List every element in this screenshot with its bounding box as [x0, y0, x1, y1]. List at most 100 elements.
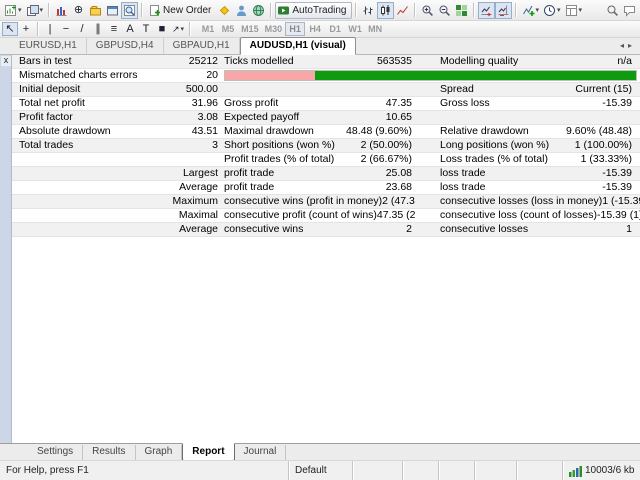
auto-scroll-button[interactable] — [478, 2, 495, 19]
chart-tab-gbpaud[interactable]: GBPAUD,H1 — [164, 38, 240, 54]
shapes-tool-button[interactable]: ■ — [154, 22, 170, 36]
trendline-tool-button[interactable]: / — [74, 22, 90, 36]
vertical-line-icon: | — [49, 24, 52, 35]
dropdown-caret-icon: ▾ — [181, 26, 185, 33]
report-label: consecutive losses (loss in money) — [440, 195, 602, 208]
chart-tab-eurusd[interactable]: EURUSD,H1 — [10, 38, 87, 54]
line-studies-toolbar: ↖ + | − / ∥ ≡ A T ■ ↗▾ M1M5M15M30H1H4D1W… — [0, 21, 640, 38]
vertical-line-tool-button[interactable]: | — [42, 22, 58, 36]
bar-chart-button[interactable] — [360, 2, 377, 19]
clock-icon — [543, 4, 556, 17]
tab-scroll-right-icon[interactable]: ▸ — [628, 41, 636, 50]
timeframe-d1-button[interactable]: D1 — [325, 22, 345, 36]
timeframe-h1-button[interactable]: H1 — [285, 22, 305, 36]
expert-advisors-button[interactable] — [233, 2, 250, 19]
report-value: 31.96 — [192, 97, 218, 110]
search-button[interactable] — [604, 2, 621, 19]
dropdown-caret-icon: ▾ — [40, 7, 44, 14]
report-value: 25.08 — [386, 167, 412, 180]
indicators-button[interactable]: ▾ — [520, 2, 542, 19]
tab-scroll-left-icon[interactable]: ◂ — [620, 41, 628, 50]
timeframe-w1-button[interactable]: W1 — [345, 22, 365, 36]
crosshair-tool-button[interactable]: + — [18, 22, 34, 36]
report-label: consecutive profit (count of wins) — [224, 209, 377, 222]
tester-tab-graph[interactable]: Graph — [136, 445, 183, 461]
report-row: Maximalconsecutive profit (count of wins… — [12, 209, 640, 223]
shapes-icon: ■ — [159, 24, 166, 35]
arrows-tool-button[interactable]: ↗▾ — [170, 22, 186, 36]
chart-tab-audusd[interactable]: AUDUSD,H1 (visual) — [240, 37, 356, 55]
status-empty-cell — [516, 461, 562, 480]
label-tool-button[interactable]: T — [138, 22, 154, 36]
status-profile-selector[interactable]: Default — [288, 461, 352, 480]
toolbar-separator — [355, 3, 357, 17]
connection-bars-icon — [569, 465, 585, 477]
candlestick-chart-button[interactable] — [377, 2, 394, 19]
report-value: 1 (-15.39) — [602, 195, 640, 208]
close-panel-button[interactable]: x — [1, 56, 11, 66]
report-label: Maximal drawdown — [224, 125, 314, 138]
timeframe-m5-button[interactable]: M5 — [218, 22, 238, 36]
report-value: 1 (100.00%) — [575, 139, 632, 152]
new-order-button[interactable]: New Order — [146, 2, 216, 19]
dropdown-caret-icon: ▾ — [557, 7, 561, 14]
new-chart-button[interactable]: ▾ — [2, 2, 24, 19]
periods-button[interactable]: ▾ — [541, 2, 563, 19]
data-window-button[interactable]: ⊕ — [70, 2, 87, 19]
autotrading-button[interactable]: AutoTrading — [275, 2, 351, 19]
report-label: Modelling quality — [440, 55, 518, 68]
market-watch-button[interactable] — [53, 2, 70, 19]
cursor-tool-button[interactable]: ↖ — [2, 22, 18, 36]
report-row: Total net profit31.96Gross profit47.35Gr… — [12, 97, 640, 111]
status-help-text: For Help, press F1 — [0, 461, 288, 480]
toolbar-separator — [270, 3, 272, 17]
strategy-tester-button[interactable] — [121, 2, 138, 19]
tab-scroll-arrows[interactable]: ◂▸ — [620, 41, 636, 50]
terminal-button[interactable] — [104, 2, 121, 19]
chart-tab-bar: EURUSD,H1GBPUSD,H4GBPAUD,H1AUDUSD,H1 (vi… — [0, 38, 640, 55]
line-chart-button[interactable] — [394, 2, 411, 19]
channel-tool-button[interactable]: ∥ — [90, 22, 106, 36]
profiles-button[interactable]: ▾ — [24, 2, 46, 19]
timeframe-h4-button[interactable]: H4 — [305, 22, 325, 36]
chart-shift-button[interactable] — [495, 2, 512, 19]
tester-tab-results[interactable]: Results — [83, 445, 135, 461]
toolbar-separator — [189, 22, 191, 36]
report-value: Average — [179, 223, 218, 236]
report-value: 47.35 — [386, 97, 412, 110]
metaeditor-button[interactable] — [216, 2, 233, 19]
text-tool-button[interactable]: A — [122, 22, 138, 36]
quality-bar-bad-segment — [225, 71, 315, 80]
fibonacci-tool-button[interactable]: ≡ — [106, 22, 122, 36]
tester-tab-report[interactable]: Report — [182, 443, 234, 461]
connection-traffic-label: 10003/6 kb — [585, 465, 635, 476]
report-value: 563535 — [377, 55, 412, 68]
report-value: -15.39 — [602, 167, 632, 180]
chart-tab-gbpusd[interactable]: GBPUSD,H4 — [87, 38, 164, 54]
zoom-out-button[interactable] — [436, 2, 453, 19]
horizontal-line-tool-button[interactable]: − — [58, 22, 74, 36]
timeframe-m30-button[interactable]: M30 — [262, 22, 286, 36]
report-label: Absolute drawdown — [19, 125, 111, 138]
tile-windows-icon — [455, 4, 468, 17]
tile-windows-button[interactable] — [453, 2, 470, 19]
timeframe-mn-button[interactable]: MN — [365, 22, 385, 36]
mt4-window: ▾ ▾ ⊕ New Order — [0, 0, 640, 480]
tester-tab-journal[interactable]: Journal — [235, 445, 287, 461]
news-button[interactable] — [250, 2, 267, 19]
report-row: Mismatched charts errors20 — [12, 69, 640, 83]
toolbar-separator — [141, 3, 143, 17]
indicators-icon — [522, 4, 535, 17]
tester-tab-settings[interactable]: Settings — [28, 445, 83, 461]
chat-button[interactable] — [621, 2, 638, 19]
navigator-button[interactable] — [87, 2, 104, 19]
zoom-in-button[interactable] — [419, 2, 436, 19]
report-empty-area — [12, 237, 640, 443]
timeframe-m1-button[interactable]: M1 — [198, 22, 218, 36]
crosshair-icon: + — [23, 24, 29, 35]
report-value: 2 (47.35) — [382, 195, 415, 208]
chat-icon — [623, 4, 636, 17]
report-label: loss trade — [440, 181, 486, 194]
templates-button[interactable]: ▾ — [563, 2, 585, 19]
timeframe-m15-button[interactable]: M15 — [238, 22, 262, 36]
